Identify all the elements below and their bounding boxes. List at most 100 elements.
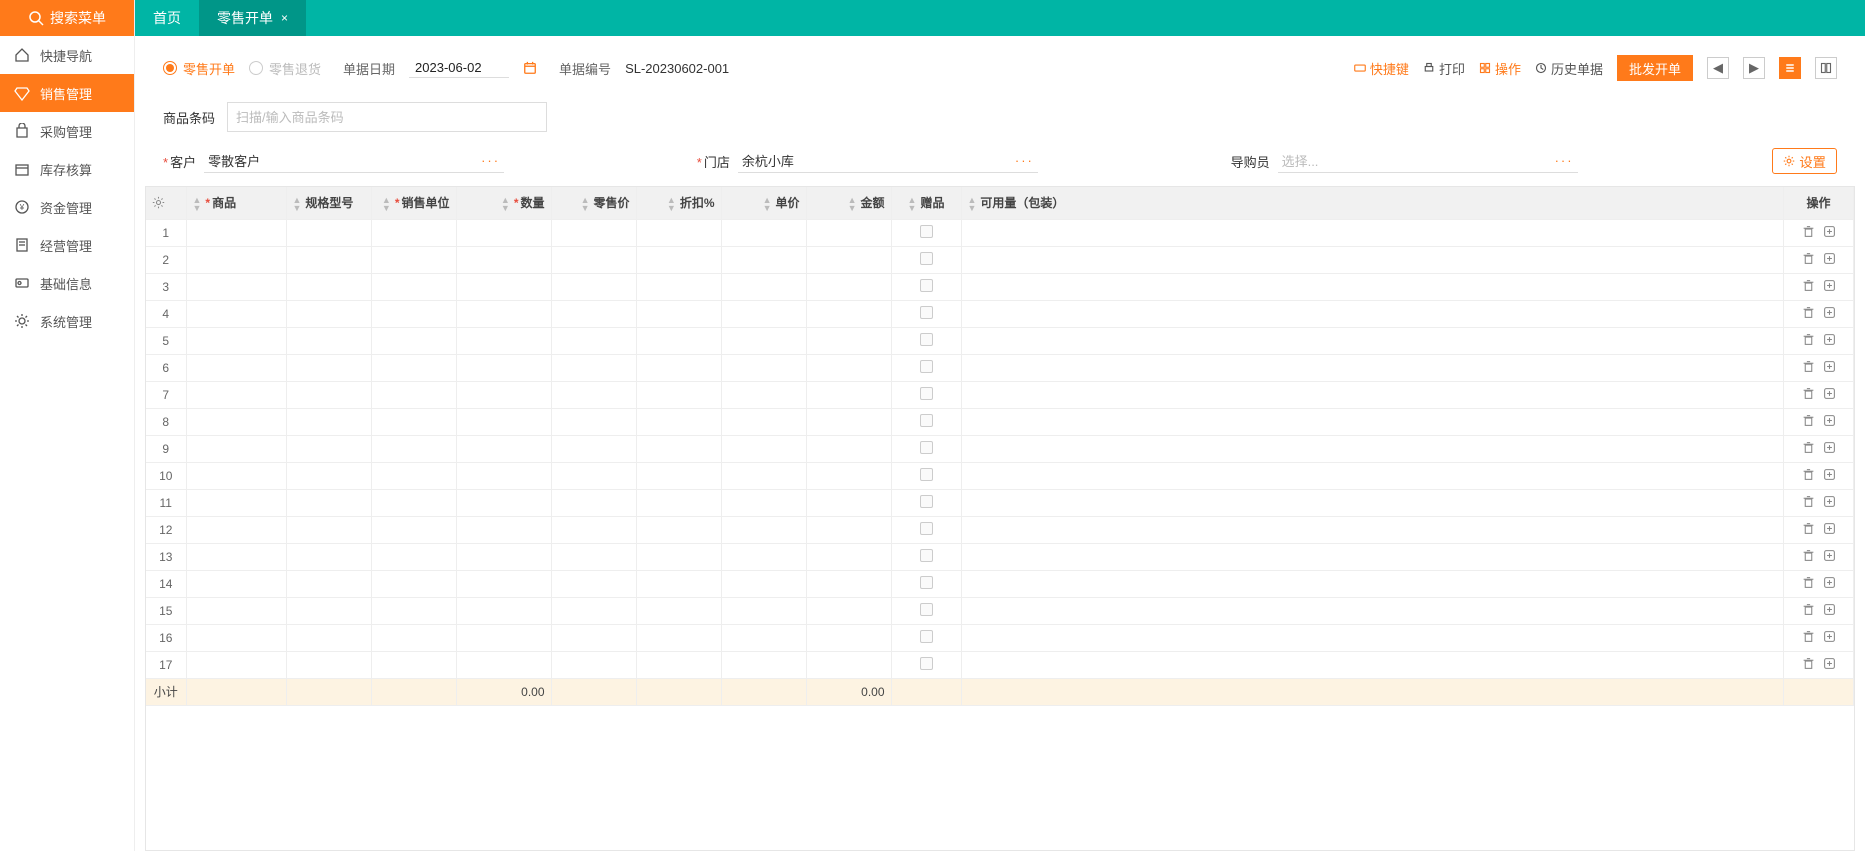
cell-unit[interactable]	[371, 597, 456, 624]
delete-row-icon[interactable]	[1802, 441, 1815, 454]
col-retail[interactable]: ▲▼零售价	[551, 187, 636, 219]
cell-amount[interactable]	[806, 273, 891, 300]
cell-amount[interactable]	[806, 489, 891, 516]
cell-spec[interactable]	[286, 489, 371, 516]
table-row[interactable]: 1	[146, 219, 1854, 246]
cell-unit[interactable]	[371, 273, 456, 300]
cell-product[interactable]	[186, 597, 286, 624]
cell-gift[interactable]	[891, 570, 961, 597]
cell-price[interactable]	[721, 381, 806, 408]
checkbox-icon[interactable]	[920, 441, 933, 454]
table-row[interactable]: 7	[146, 381, 1854, 408]
col-product[interactable]: ▲▼*商品	[186, 187, 286, 219]
add-row-icon[interactable]	[1823, 306, 1836, 319]
add-row-icon[interactable]	[1823, 414, 1836, 427]
cell-discount[interactable]	[636, 219, 721, 246]
cell-spec[interactable]	[286, 597, 371, 624]
cell-unit[interactable]	[371, 543, 456, 570]
cell-unit[interactable]	[371, 462, 456, 489]
cell-gift[interactable]	[891, 408, 961, 435]
cell-spec[interactable]	[286, 273, 371, 300]
cell-qty[interactable]	[456, 624, 551, 651]
cell-amount[interactable]	[806, 516, 891, 543]
cell-retail[interactable]	[551, 624, 636, 651]
cell-amount[interactable]	[806, 543, 891, 570]
operations-button[interactable]: 操作	[1479, 59, 1521, 78]
cell-spec[interactable]	[286, 354, 371, 381]
col-amount[interactable]: ▲▼金额	[806, 187, 891, 219]
add-row-icon[interactable]	[1823, 630, 1836, 643]
add-row-icon[interactable]	[1823, 387, 1836, 400]
sidebar-item-basic-info[interactable]: 基础信息	[0, 264, 134, 302]
shortcut-keys-button[interactable]: 快捷键	[1354, 59, 1409, 78]
cell-unit[interactable]	[371, 624, 456, 651]
guide-picker[interactable]: 选择... ···	[1278, 149, 1578, 173]
sidebar-item-purchase[interactable]: 采购管理	[0, 112, 134, 150]
doc-date-value[interactable]: 2023-06-02	[409, 58, 509, 78]
checkbox-icon[interactable]	[920, 468, 933, 481]
cell-qty[interactable]	[456, 543, 551, 570]
close-icon[interactable]: ×	[281, 11, 288, 25]
cell-spec[interactable]	[286, 543, 371, 570]
sidebar-item-inventory[interactable]: 库存核算	[0, 150, 134, 188]
checkbox-icon[interactable]	[920, 576, 933, 589]
settings-button[interactable]: 设置	[1772, 148, 1837, 174]
cell-retail[interactable]	[551, 462, 636, 489]
add-row-icon[interactable]	[1823, 360, 1836, 373]
col-unit[interactable]: ▲▼*销售单位	[371, 187, 456, 219]
cell-retail[interactable]	[551, 381, 636, 408]
add-row-icon[interactable]	[1823, 495, 1836, 508]
cell-qty[interactable]	[456, 246, 551, 273]
calendar-icon[interactable]	[523, 61, 537, 75]
cell-amount[interactable]	[806, 570, 891, 597]
cell-spec[interactable]	[286, 381, 371, 408]
cell-discount[interactable]	[636, 462, 721, 489]
cell-price[interactable]	[721, 354, 806, 381]
cell-amount[interactable]	[806, 246, 891, 273]
cell-price[interactable]	[721, 246, 806, 273]
cell-gift[interactable]	[891, 246, 961, 273]
cell-retail[interactable]	[551, 516, 636, 543]
cell-amount[interactable]	[806, 597, 891, 624]
cell-spec[interactable]	[286, 570, 371, 597]
cell-product[interactable]	[186, 408, 286, 435]
gear-column-header[interactable]	[146, 187, 186, 219]
cell-qty[interactable]	[456, 273, 551, 300]
table-row[interactable]: 15	[146, 597, 1854, 624]
delete-row-icon[interactable]	[1802, 333, 1815, 346]
delete-row-icon[interactable]	[1802, 657, 1815, 670]
cell-retail[interactable]	[551, 354, 636, 381]
checkbox-icon[interactable]	[920, 387, 933, 400]
cell-discount[interactable]	[636, 570, 721, 597]
sidebar-item-funds[interactable]: ¥ 资金管理	[0, 188, 134, 226]
cell-spec[interactable]	[286, 516, 371, 543]
add-row-icon[interactable]	[1823, 252, 1836, 265]
delete-row-icon[interactable]	[1802, 279, 1815, 292]
cell-product[interactable]	[186, 570, 286, 597]
cell-discount[interactable]	[636, 408, 721, 435]
delete-row-icon[interactable]	[1802, 387, 1815, 400]
cell-unit[interactable]	[371, 516, 456, 543]
customer-picker[interactable]: 零散客户 ···	[204, 149, 504, 173]
cell-gift[interactable]	[891, 543, 961, 570]
batch-order-button[interactable]: 批发开单	[1617, 55, 1693, 81]
store-picker[interactable]: 余杭小库 ···	[738, 149, 1038, 173]
cell-product[interactable]	[186, 489, 286, 516]
table-row[interactable]: 3	[146, 273, 1854, 300]
checkbox-icon[interactable]	[920, 360, 933, 373]
cell-spec[interactable]	[286, 300, 371, 327]
add-row-icon[interactable]	[1823, 225, 1836, 238]
cell-amount[interactable]	[806, 219, 891, 246]
cell-gift[interactable]	[891, 597, 961, 624]
cell-gift[interactable]	[891, 516, 961, 543]
cell-discount[interactable]	[636, 381, 721, 408]
cell-price[interactable]	[721, 327, 806, 354]
cell-retail[interactable]	[551, 327, 636, 354]
checkbox-icon[interactable]	[920, 549, 933, 562]
cell-discount[interactable]	[636, 354, 721, 381]
list-view-button[interactable]	[1779, 57, 1801, 79]
cell-price[interactable]	[721, 489, 806, 516]
cell-unit[interactable]	[371, 570, 456, 597]
table-row[interactable]: 10	[146, 462, 1854, 489]
cell-product[interactable]	[186, 246, 286, 273]
